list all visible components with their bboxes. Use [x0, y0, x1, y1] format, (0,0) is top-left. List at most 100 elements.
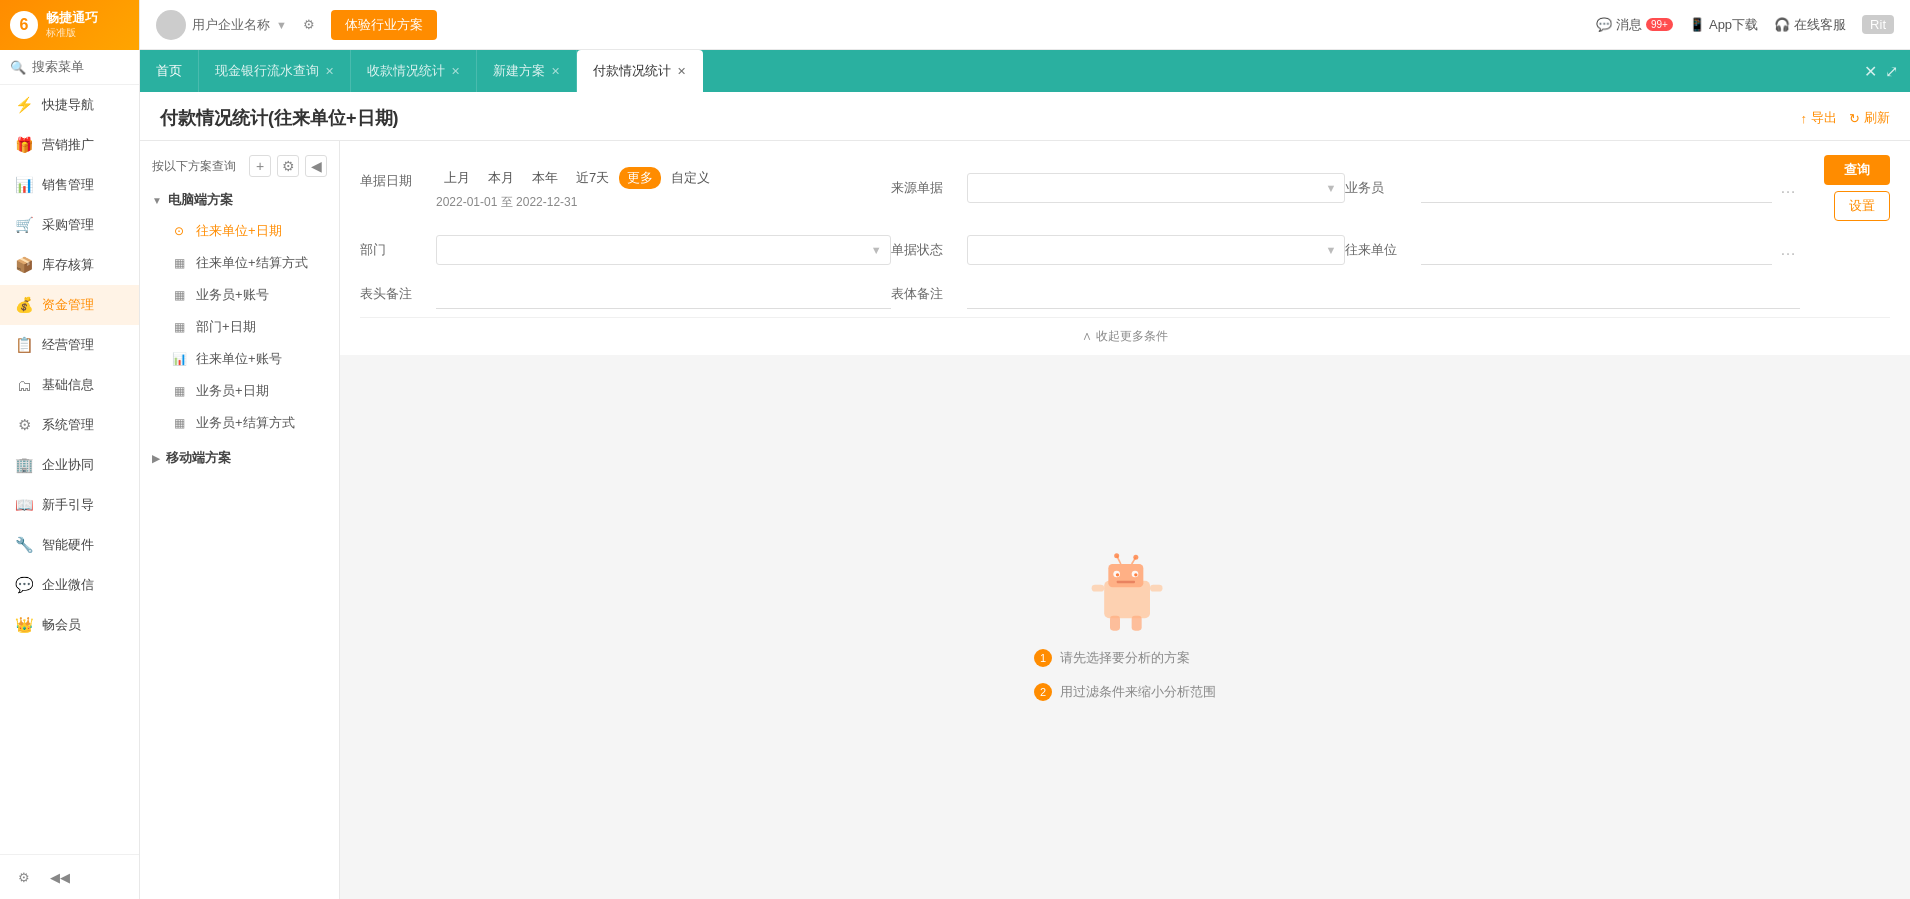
user-info[interactable]: 用户企业名称 ▼	[156, 10, 287, 40]
sidebar-item-enterprise-label: 企业协同	[42, 456, 94, 474]
pc-group-title[interactable]: ▼ 电脑端方案	[140, 185, 339, 215]
sidebar-item-basic[interactable]: 🗂 基础信息	[0, 365, 139, 405]
tab-bank[interactable]: 现金银行流水查询 ✕	[199, 50, 351, 92]
date-range-value: 2022-01-01 至 2022-12-31	[436, 194, 718, 211]
scheme-item-dept-date[interactable]: ▦ 部门+日期	[140, 311, 339, 343]
filter-row-3: 表头备注 表体备注	[360, 279, 1890, 309]
mobile-scheme-group: ▶ 移动端方案	[140, 443, 339, 473]
partner-label: 往来单位	[1345, 241, 1415, 259]
collapse-icon: ∧	[1082, 329, 1095, 343]
note-body-input[interactable]	[967, 279, 1800, 309]
sidebar-item-system[interactable]: ⚙ 系统管理	[0, 405, 139, 445]
source-select[interactable]: ▼	[967, 173, 1346, 203]
sidebar-item-sales-label: 销售管理	[42, 176, 94, 194]
sidebar-item-wechat[interactable]: 💬 企业微信	[0, 565, 139, 605]
scheme-collapse-btn[interactable]: ◀	[305, 155, 327, 177]
bank-tab-close[interactable]: ✕	[325, 65, 334, 78]
note-header-input[interactable]	[436, 279, 891, 309]
date-btn-last-month[interactable]: 上月	[436, 166, 478, 190]
staff-input[interactable]	[1421, 173, 1772, 203]
sidebar-item-enterprise[interactable]: 🏢 企业协同	[0, 445, 139, 485]
try-industry-btn[interactable]: 体验行业方案	[331, 10, 437, 40]
scheme-add-btn[interactable]: +	[249, 155, 271, 177]
scheme-item-partner-settle-label: 往来单位+结算方式	[196, 254, 308, 272]
tab-new[interactable]: 新建方案 ✕	[477, 50, 577, 92]
sidebar-item-basic-label: 基础信息	[42, 376, 94, 394]
service-icon: 🎧	[1774, 17, 1790, 32]
app-download-btn[interactable]: 📱 App下载	[1689, 16, 1758, 34]
tab-receipt[interactable]: 收款情况统计 ✕	[351, 50, 477, 92]
search-menu-item[interactable]: 🔍 搜索菜单	[0, 50, 139, 85]
scheme-icon-staff-date: ▦	[170, 382, 188, 400]
header-settings-btn[interactable]: ⚙	[295, 11, 323, 39]
new-tab-close[interactable]: ✕	[551, 65, 560, 78]
page-header: 付款情况统计(往来单位+日期) ↑ 导出 ↻ 刷新	[140, 92, 1910, 141]
wechat-icon: 💬	[14, 575, 34, 595]
refresh-icon: ↻	[1849, 111, 1860, 126]
sidebar-item-quicknav[interactable]: ⚡ 快捷导航	[0, 85, 139, 125]
collapse-bar[interactable]: ∧ 收起更多条件	[360, 317, 1890, 355]
mobile-group-title[interactable]: ▶ 移动端方案	[140, 443, 339, 473]
receipt-tab-close[interactable]: ✕	[451, 65, 460, 78]
tab-home[interactable]: 首页	[140, 50, 199, 92]
sidebar-item-inventory-label: 库存核算	[42, 256, 94, 274]
scheme-item-staff-date[interactable]: ▦ 业务员+日期	[140, 375, 339, 407]
payment-tab-label: 付款情况统计	[593, 62, 671, 80]
staff-dots-btn[interactable]: …	[1776, 179, 1800, 197]
logo-area[interactable]: 6 畅捷通巧 标准版	[0, 0, 139, 50]
note-header-input-wrap	[436, 279, 891, 309]
scheme-item-staff-account[interactable]: ▦ 业务员+账号	[140, 279, 339, 311]
search-menu-label: 搜索菜单	[32, 58, 84, 76]
sidebar-item-member[interactable]: 👑 畅会员	[0, 605, 139, 645]
partner-dots-btn[interactable]: …	[1776, 241, 1800, 259]
sidebar: 6 畅捷通巧 标准版 🔍 搜索菜单 ⚡ 快捷导航 🎁 营销推广 📊 销售管理 🛒…	[0, 0, 140, 899]
date-btn-this-month[interactable]: 本月	[480, 166, 522, 190]
filter-row-2: 部门 ▼ 单据状态	[360, 235, 1890, 265]
expand-icon[interactable]: ⤢	[1885, 62, 1898, 81]
refresh-btn[interactable]: ↻ 刷新	[1849, 109, 1890, 127]
scheme-item-partner-account[interactable]: 📊 往来单位+账号	[140, 343, 339, 375]
dept-input-wrap: ▼	[436, 235, 891, 265]
export-btn[interactable]: ↑ 导出	[1801, 109, 1838, 127]
sidebar-item-inventory[interactable]: 📦 库存核算	[0, 245, 139, 285]
scheme-icon-dept-date: ▦	[170, 318, 188, 336]
user-name-btn[interactable]: Rit	[1862, 15, 1894, 34]
filter-settings-btn[interactable]: 设置	[1834, 191, 1890, 221]
home-tab-label: 首页	[156, 62, 182, 80]
tab-payment[interactable]: 付款情况统计 ✕	[577, 50, 703, 92]
status-select[interactable]: ▼	[967, 235, 1346, 265]
date-btn-7days[interactable]: 近7天	[568, 166, 617, 190]
page-title: 付款情况统计(往来单位+日期)	[160, 106, 399, 130]
sidebar-item-guide[interactable]: 📖 新手引导	[0, 485, 139, 525]
sidebar-collapse-btn[interactable]: ◀◀	[46, 863, 74, 891]
svg-point-14	[1133, 555, 1138, 560]
scheme-panel: 按以下方案查询 + ⚙ ◀ ▼ 电脑端方案 ⊙ 往来单位+日期 ▦	[140, 141, 340, 899]
scheme-item-staff-settle[interactable]: ▦ 业务员+结算方式	[140, 407, 339, 439]
pc-group-arrow-icon: ▼	[152, 195, 162, 206]
date-btn-this-year[interactable]: 本年	[524, 166, 566, 190]
sidebar-settings-btn[interactable]: ⚙	[10, 863, 38, 891]
message-btn[interactable]: 💬 消息 99+	[1596, 16, 1673, 34]
online-service-btn[interactable]: 🎧 在线客服	[1774, 16, 1846, 34]
payment-tab-close[interactable]: ✕	[677, 65, 686, 78]
scheme-settings-btn[interactable]: ⚙	[277, 155, 299, 177]
scheme-item-partner-settle[interactable]: ▦ 往来单位+结算方式	[140, 247, 339, 279]
scheme-item-partner-date[interactable]: ⊙ 往来单位+日期	[140, 215, 339, 247]
sidebar-item-business[interactable]: 📋 经营管理	[0, 325, 139, 365]
app-label: App下载	[1709, 16, 1758, 34]
sales-icon: 📊	[14, 175, 34, 195]
sidebar-item-capital[interactable]: 💰 资金管理	[0, 285, 139, 325]
close-all-icon[interactable]: ✕	[1864, 62, 1877, 81]
date-btn-more[interactable]: 更多	[619, 167, 661, 189]
sidebar-item-marketing[interactable]: 🎁 营销推广	[0, 125, 139, 165]
query-btn[interactable]: 查询	[1824, 155, 1890, 185]
svg-rect-9	[1110, 616, 1120, 631]
sidebar-item-hardware[interactable]: 🔧 智能硬件	[0, 525, 139, 565]
svg-rect-6	[1117, 581, 1135, 584]
date-btn-custom[interactable]: 自定义	[663, 166, 718, 190]
partner-input[interactable]	[1421, 235, 1772, 265]
sidebar-item-sales[interactable]: 📊 销售管理	[0, 165, 139, 205]
source-input-wrap: ▼	[967, 173, 1346, 203]
dept-select[interactable]: ▼	[436, 235, 891, 265]
sidebar-item-purchase[interactable]: 🛒 采购管理	[0, 205, 139, 245]
